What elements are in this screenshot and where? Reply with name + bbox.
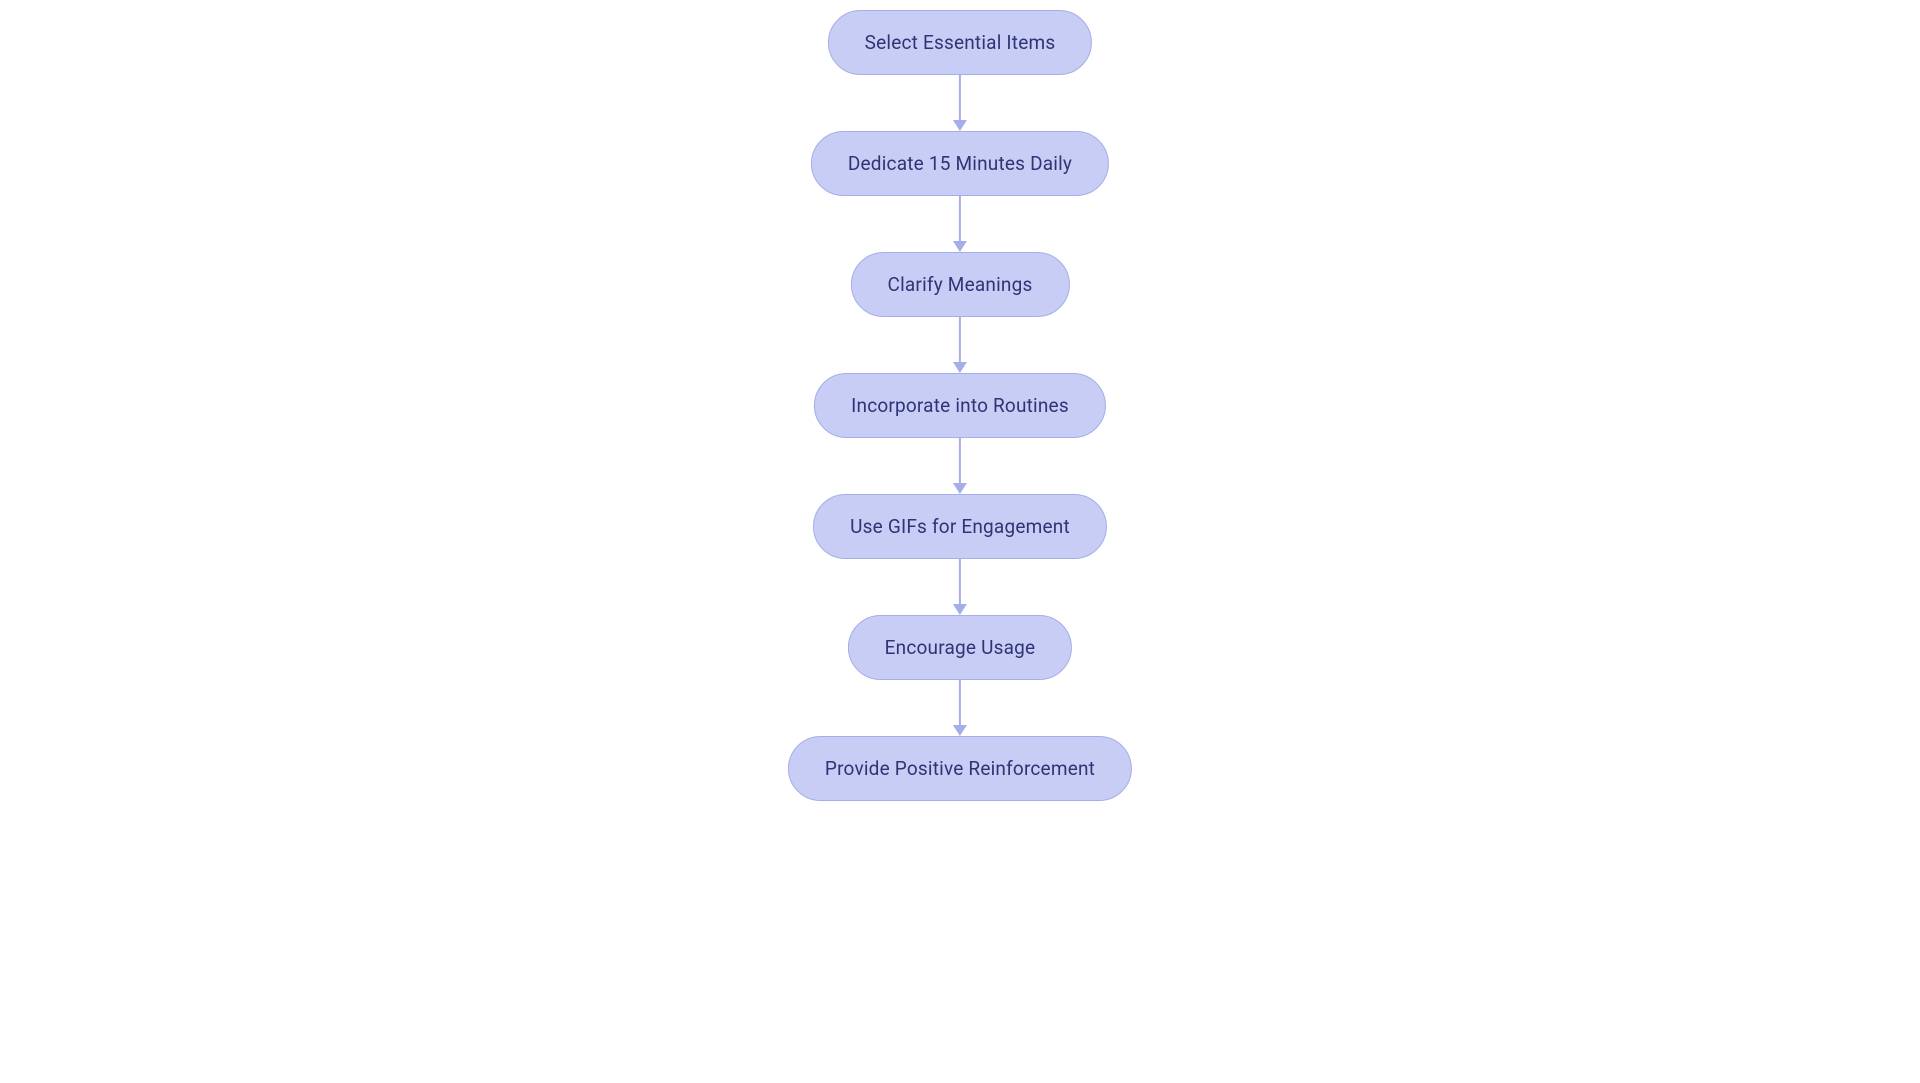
arrow-down-icon <box>953 483 967 494</box>
flowchart-node: Incorporate into Routines <box>814 373 1106 438</box>
flowchart-container: Select Essential Items Dedicate 15 Minut… <box>788 10 1132 801</box>
connector-line <box>959 438 961 483</box>
flowchart-connector <box>953 680 967 736</box>
arrow-down-icon <box>953 120 967 131</box>
node-label: Use GIFs for Engagement <box>850 515 1070 538</box>
flowchart-node: Select Essential Items <box>828 10 1093 75</box>
connector-line <box>959 317 961 362</box>
node-label: Dedicate 15 Minutes Daily <box>848 152 1072 175</box>
flowchart-connector <box>953 559 967 615</box>
arrow-down-icon <box>953 725 967 736</box>
flowchart-node: Encourage Usage <box>848 615 1073 680</box>
arrow-down-icon <box>953 362 967 373</box>
node-label: Provide Positive Reinforcement <box>825 757 1095 780</box>
flowchart-connector <box>953 317 967 373</box>
flowchart-connector <box>953 75 967 131</box>
connector-line <box>959 559 961 604</box>
node-label: Clarify Meanings <box>888 273 1033 296</box>
flowchart-node: Use GIFs for Engagement <box>813 494 1107 559</box>
connector-line <box>959 196 961 241</box>
flowchart-node: Provide Positive Reinforcement <box>788 736 1132 801</box>
connector-line <box>959 75 961 120</box>
flowchart-connector <box>953 438 967 494</box>
flowchart-connector <box>953 196 967 252</box>
arrow-down-icon <box>953 604 967 615</box>
node-label: Incorporate into Routines <box>851 394 1069 417</box>
flowchart-node: Clarify Meanings <box>851 252 1070 317</box>
node-label: Select Essential Items <box>865 31 1056 54</box>
flowchart-node: Dedicate 15 Minutes Daily <box>811 131 1109 196</box>
arrow-down-icon <box>953 241 967 252</box>
node-label: Encourage Usage <box>885 636 1036 659</box>
connector-line <box>959 680 961 725</box>
